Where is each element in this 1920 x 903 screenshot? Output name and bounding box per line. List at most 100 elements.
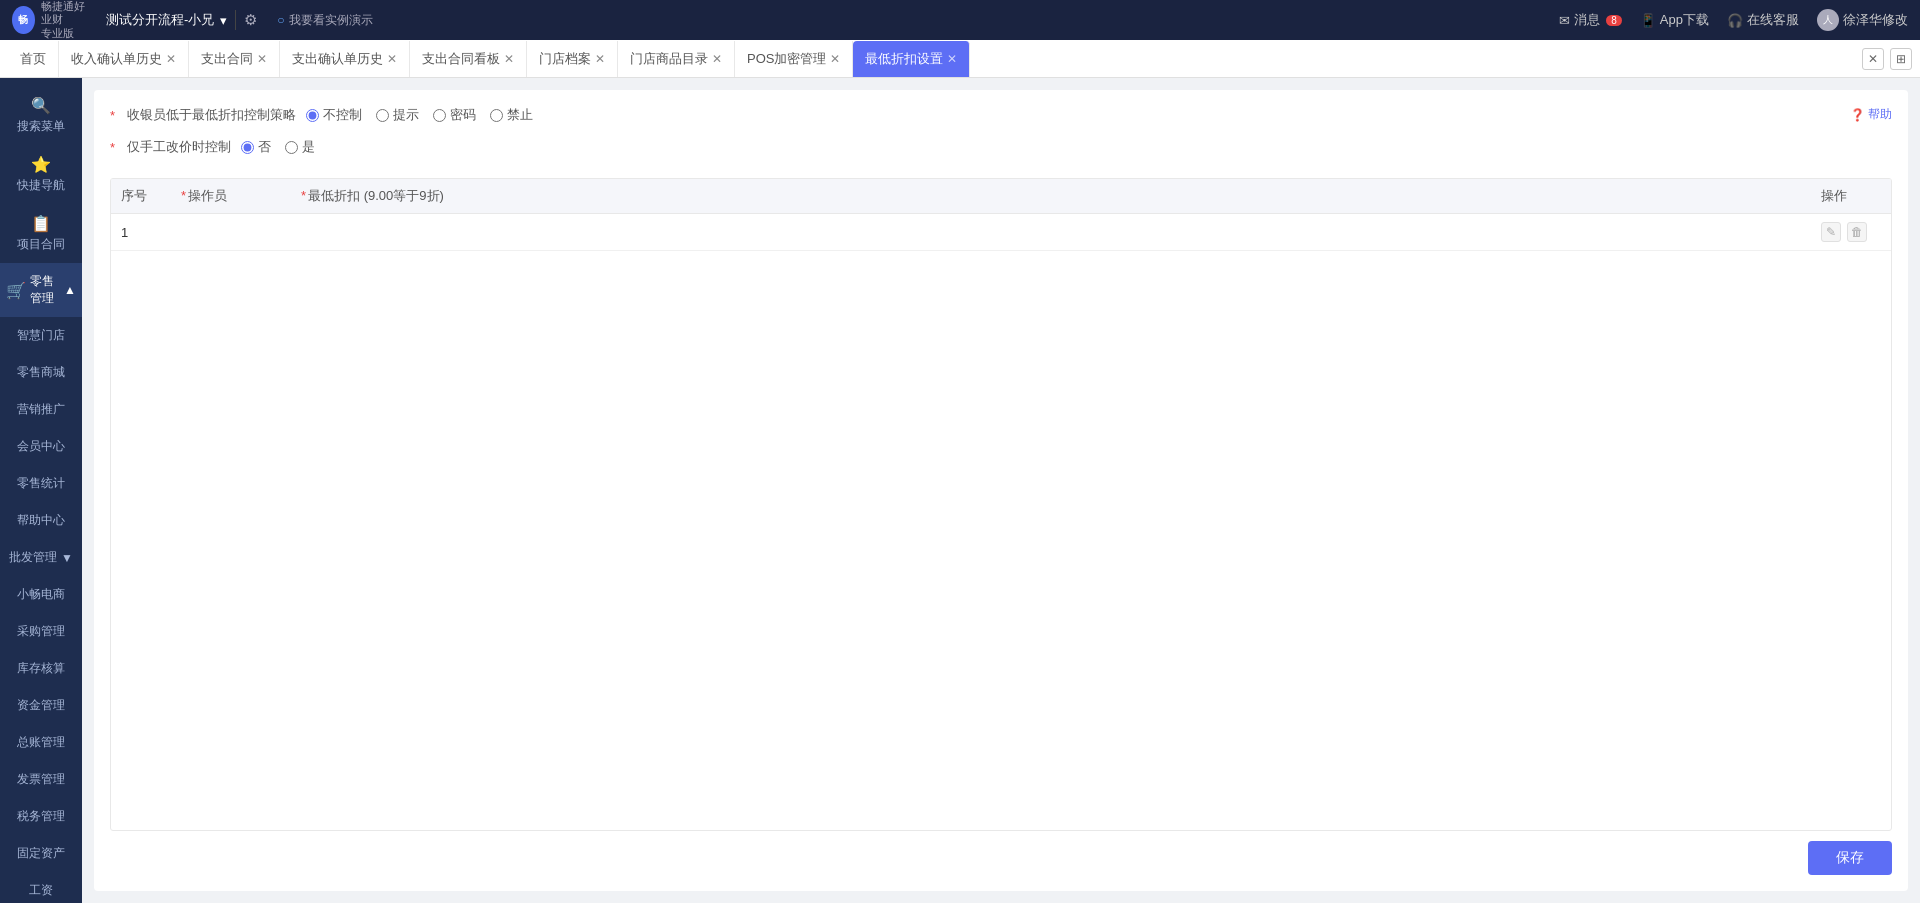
online-service-btn[interactable]: 🎧 在线客服 [1727, 11, 1799, 29]
tab-payment-confirm-close[interactable]: ✕ [387, 52, 397, 66]
sidebar-item-search[interactable]: 🔍 搜索菜单 [0, 86, 82, 145]
sidebar-item-retail-mall[interactable]: 零售商城 [0, 354, 82, 391]
tab-store-file-close[interactable]: ✕ [595, 52, 605, 66]
tab-expand-btn[interactable]: ⊞ [1890, 48, 1912, 70]
top-bar: 畅 畅捷通好业财专业版 测试分开流程-小兄 ▾ ⚙ 我要看实例演示 ✉ 消息 8… [0, 0, 1920, 40]
sidebar-item-help-center[interactable]: 帮助中心 [0, 502, 82, 539]
sidebar-item-project-contract[interactable]: 📋 项目合同 [0, 204, 82, 263]
demo-link[interactable]: 我要看实例演示 [277, 12, 372, 29]
tab-income-confirm-close[interactable]: ✕ [166, 52, 176, 66]
discount-control-options: 不控制 提示 密码 禁止 [306, 106, 533, 124]
sidebar-item-quick-nav[interactable]: ⭐ 快捷导航 [0, 145, 82, 204]
tab-income-confirm[interactable]: 收入确认单历史 ✕ [59, 41, 189, 77]
radio-manual-yes-input[interactable] [285, 141, 298, 154]
sidebar-item-search-label: 搜索菜单 [17, 118, 65, 135]
project-selector[interactable]: 测试分开流程-小兄 ▾ [106, 11, 227, 29]
sidebar-item-retail-mgmt-label: 零售管理 [30, 273, 60, 307]
sidebar-item-fixed-assets[interactable]: 固定资产 [0, 835, 82, 872]
user-info[interactable]: 人 徐泽华修改 [1817, 9, 1908, 31]
sidebar-item-retail-mgmt[interactable]: 🛒 零售管理 ▲ [0, 263, 82, 317]
radio-forbid-input[interactable] [490, 109, 503, 122]
sidebar-item-tax-mgmt-label: 税务管理 [17, 808, 65, 825]
discount-control-label: 收银员低于最低折扣控制策略 [127, 106, 296, 124]
radio-password-input[interactable] [433, 109, 446, 122]
discount-table-content: 序号 *操作员 *最低折扣 (9.00等于9折) 操作 1 [111, 179, 1891, 251]
sidebar-item-tax-mgmt[interactable]: 税务管理 [0, 798, 82, 835]
tab-store-product-close[interactable]: ✕ [712, 52, 722, 66]
tab-payment-contract-label: 支出合同 [201, 50, 253, 68]
retail-mgmt-arrow-icon: ▲ [64, 283, 76, 297]
sidebar-item-batch-mgmt-label: 批发管理 [9, 549, 57, 566]
sidebar-item-payroll[interactable]: 工资 [0, 872, 82, 903]
radio-manual-no-input[interactable] [241, 141, 254, 154]
sidebar-item-capital-mgmt[interactable]: 资金管理 [0, 687, 82, 724]
radio-manual-yes[interactable]: 是 [285, 138, 315, 156]
tab-pos-encrypt[interactable]: POS加密管理 ✕ [735, 41, 853, 77]
radio-hint-label: 提示 [393, 106, 419, 124]
radio-hint-input[interactable] [376, 109, 389, 122]
sidebar-item-help-center-label: 帮助中心 [17, 512, 65, 529]
radio-password-label: 密码 [450, 106, 476, 124]
app-version: 畅捷通好业财专业版 [41, 0, 94, 40]
sidebar-item-smart-store[interactable]: 智慧门店 [0, 317, 82, 354]
contract-icon: 📋 [31, 214, 51, 233]
sidebar-item-ecommerce[interactable]: 小畅电商 [0, 576, 82, 613]
message-label: 消息 [1574, 11, 1600, 29]
tab-pos-encrypt-label: POS加密管理 [747, 50, 826, 68]
sidebar-item-project-contract-label: 项目合同 [17, 236, 65, 253]
radio-forbid-label: 禁止 [507, 106, 533, 124]
message-btn[interactable]: ✉ 消息 8 [1559, 11, 1622, 29]
col-header-seq: 序号 [111, 179, 171, 214]
tab-store-file[interactable]: 门店档案 ✕ [527, 41, 618, 77]
tab-payment-kanban[interactable]: 支出合同看板 ✕ [410, 41, 527, 77]
app-download-btn[interactable]: 📱 App下载 [1640, 11, 1709, 29]
tab-payment-kanban-close[interactable]: ✕ [504, 52, 514, 66]
sidebar-item-general-ledger[interactable]: 总账管理 [0, 724, 82, 761]
tab-payment-contract-close[interactable]: ✕ [257, 52, 267, 66]
tab-store-file-label: 门店档案 [539, 50, 591, 68]
content-area: ❓ 帮助 * 收银员低于最低折扣控制策略 不控制 提示 [82, 78, 1920, 903]
tab-min-discount[interactable]: 最低折扣设置 ✕ [853, 41, 970, 77]
radio-hint[interactable]: 提示 [376, 106, 419, 124]
headset-icon: 🎧 [1727, 13, 1743, 28]
sidebar-item-batch-mgmt[interactable]: 批发管理 ▼ [0, 539, 82, 576]
app-download-icon: 📱 [1640, 13, 1656, 28]
edit-icon[interactable]: ✎ [1821, 222, 1841, 242]
top-bar-right: ✉ 消息 8 📱 App下载 🎧 在线客服 人 徐泽华修改 [1559, 9, 1908, 31]
sidebar-item-member-center[interactable]: 会员中心 [0, 428, 82, 465]
radio-password[interactable]: 密码 [433, 106, 476, 124]
tab-payment-confirm-label: 支出确认单历史 [292, 50, 383, 68]
sidebar-item-marketing[interactable]: 营销推广 [0, 391, 82, 428]
tab-pos-encrypt-close[interactable]: ✕ [830, 52, 840, 66]
delete-icon[interactable]: 🗑 [1847, 222, 1867, 242]
table-header-row: 序号 *操作员 *最低折扣 (9.00等于9折) 操作 [111, 179, 1891, 214]
manual-price-required: * [110, 140, 115, 155]
save-button[interactable]: 保存 [1808, 841, 1892, 875]
search-icon: 🔍 [31, 96, 51, 115]
tab-store-product[interactable]: 门店商品目录 ✕ [618, 41, 735, 77]
tab-close-btn[interactable]: ✕ [1862, 48, 1884, 70]
tab-home[interactable]: 首页 [8, 41, 59, 77]
radio-forbid[interactable]: 禁止 [490, 106, 533, 124]
main-layout: 🔍 搜索菜单 ⭐ 快捷导航 📋 项目合同 🛒 零售管理 ▲ 智慧门店 零售商城 … [0, 78, 1920, 903]
batch-mgmt-arrow-icon: ▼ [61, 551, 73, 565]
radio-no-control[interactable]: 不控制 [306, 106, 362, 124]
discount-control-required: * [110, 108, 115, 123]
project-name: 测试分开流程-小兄 [106, 11, 214, 29]
radio-manual-yes-label: 是 [302, 138, 315, 156]
sidebar-item-retail-stats[interactable]: 零售统计 [0, 465, 82, 502]
sidebar-item-inventory[interactable]: 库存核算 [0, 650, 82, 687]
help-btn[interactable]: ❓ 帮助 [1850, 106, 1892, 123]
sidebar-item-purchase-mgmt[interactable]: 采购管理 [0, 613, 82, 650]
star-icon: ⭐ [31, 155, 51, 174]
settings-icon-btn[interactable]: ⚙ [244, 11, 257, 29]
content-footer: 保存 [110, 831, 1892, 875]
sidebar-item-smart-store-label: 智慧门店 [17, 327, 65, 344]
table-cell-action: ✎ 🗑 [1811, 214, 1891, 251]
tab-payment-contract[interactable]: 支出合同 ✕ [189, 41, 280, 77]
sidebar-item-invoice-mgmt[interactable]: 发票管理 [0, 761, 82, 798]
tab-min-discount-close[interactable]: ✕ [947, 52, 957, 66]
radio-no-control-input[interactable] [306, 109, 319, 122]
radio-manual-no[interactable]: 否 [241, 138, 271, 156]
tab-payment-confirm[interactable]: 支出确认单历史 ✕ [280, 41, 410, 77]
